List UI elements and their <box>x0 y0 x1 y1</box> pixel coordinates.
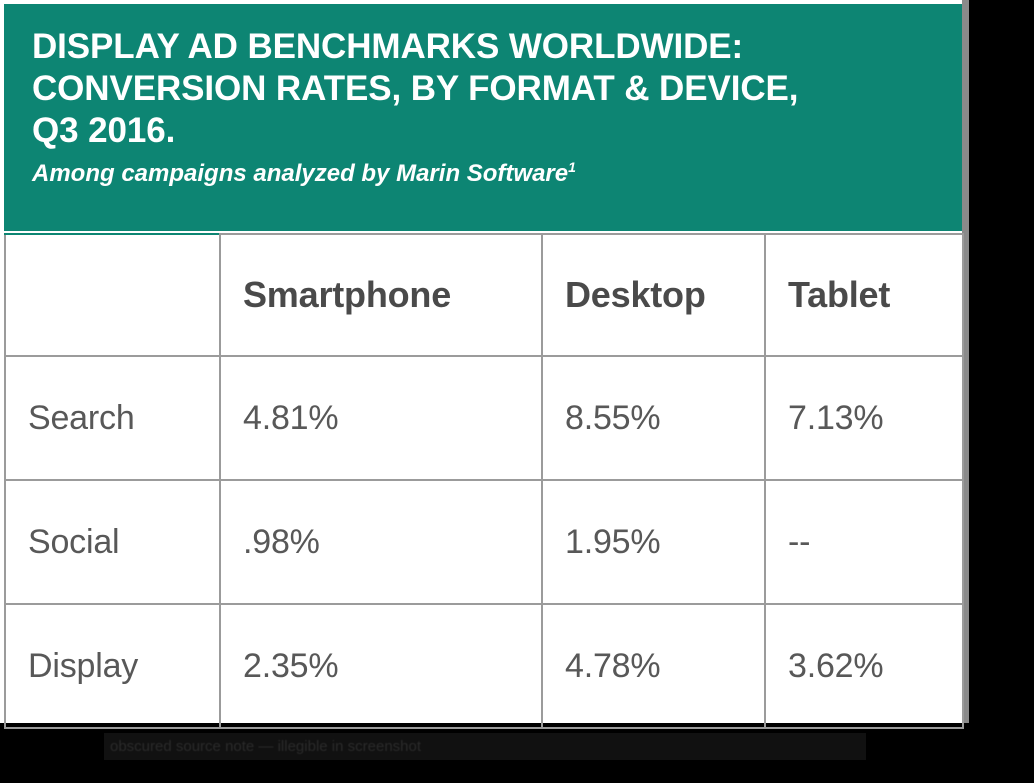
column-header-smartphone: Smartphone <box>219 233 543 357</box>
row-label-search: Search <box>4 355 221 481</box>
cell-search-tablet: 7.13% <box>764 355 964 481</box>
cell-social-smartphone: .98% <box>219 479 543 605</box>
page-subtitle-text: Among campaigns analyzed by Marin Softwa… <box>32 160 569 187</box>
cell-social-desktop: 1.95% <box>541 479 766 605</box>
table-row: Social .98% 1.95% -- <box>4 479 964 605</box>
table-row: Display 2.35% 4.78% 3.62% <box>4 603 964 729</box>
cell-search-desktop: 8.55% <box>541 355 766 481</box>
row-label-display: Display <box>4 603 221 729</box>
column-header-desktop: Desktop <box>541 233 766 357</box>
cell-social-tablet: -- <box>764 479 964 605</box>
benchmarks-table: Smartphone Desktop Tablet Search 4.81% 8… <box>4 233 964 729</box>
table-row: Search 4.81% 8.55% 7.13% <box>4 355 964 481</box>
page-title-line-1: DISPLAY AD BENCHMARKS WORLDWIDE: <box>32 27 744 66</box>
cell-display-desktop: 4.78% <box>541 603 766 729</box>
column-header-tablet: Tablet <box>764 233 964 357</box>
title-band: DISPLAY AD BENCHMARKS WORLDWIDE: CONVERS… <box>4 4 962 231</box>
page-title-line-2: CONVERSION RATES, BY FORMAT & DEVICE, <box>32 69 799 108</box>
footnote-marker: 1 <box>568 159 576 175</box>
infographic-card: DISPLAY AD BENCHMARKS WORLDWIDE: CONVERS… <box>0 0 969 729</box>
page-title-line-3: Q3 2016. <box>32 111 176 150</box>
cell-display-tablet: 3.62% <box>764 603 964 729</box>
page-subtitle: Among campaigns analyzed by Marin Softwa… <box>32 159 934 189</box>
cell-search-smartphone: 4.81% <box>219 355 543 481</box>
source-note-strip: obscured source note — illegible in scre… <box>104 733 866 760</box>
source-note-text: obscured source note — illegible in scre… <box>110 738 422 755</box>
screenshot-canvas: DISPLAY AD BENCHMARKS WORLDWIDE: CONVERS… <box>0 0 1034 783</box>
table-corner-cell <box>4 233 221 357</box>
table-header-row: Smartphone Desktop Tablet <box>4 233 964 357</box>
cell-display-smartphone: 2.35% <box>219 603 543 729</box>
row-label-social: Social <box>4 479 221 605</box>
